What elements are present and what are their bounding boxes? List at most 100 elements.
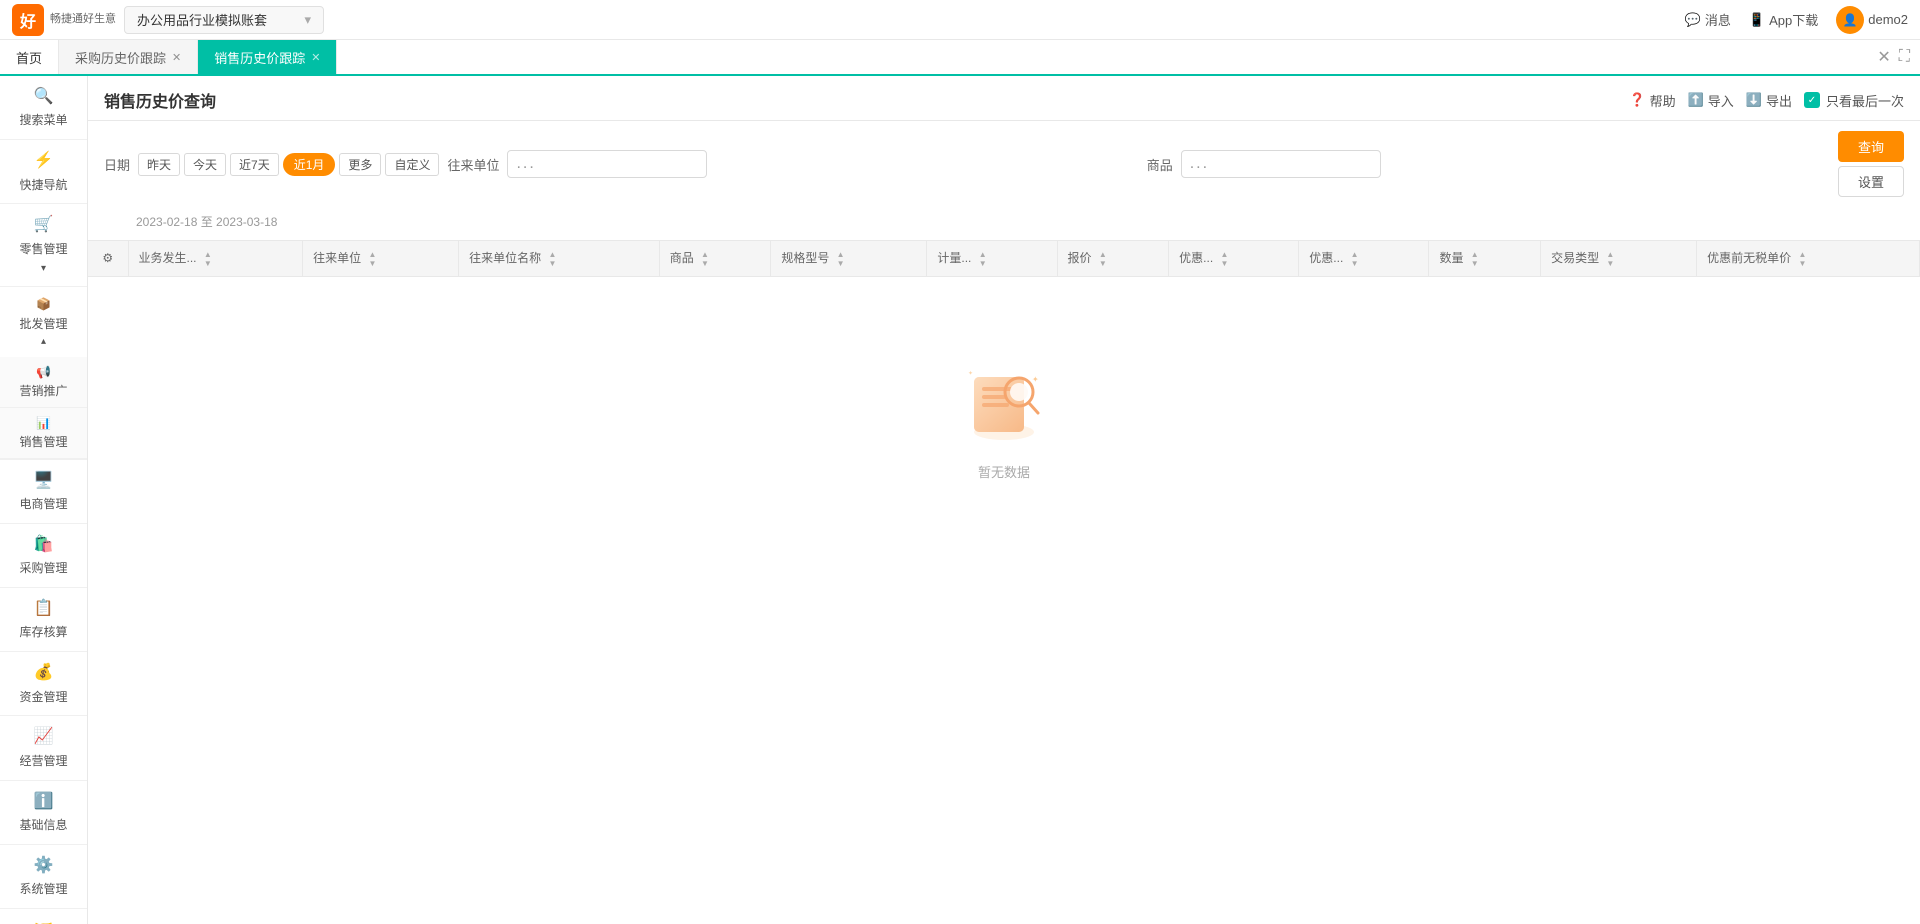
cart-icon: 🛒 [34,214,54,236]
sort-arrows-discount2: ▲▼ [1351,250,1359,268]
main-content: 销售历史价查询 ❓ 帮助 ⬆️ 导入 ⬇️ 导出 ✓ [88,76,1920,924]
table-col-partner-code[interactable]: 往来单位 ▲▼ [303,241,459,276]
sidebar-item-retail[interactable]: 🛒 零售管理 ▾ [0,204,87,286]
table-col-goods[interactable]: 商品 ▲▼ [659,241,771,276]
action-buttons: 查询 设置 [1838,131,1904,197]
date-btn-1month[interactable]: 近1月 [283,153,336,176]
export-label: 导出 [1766,91,1792,110]
table-col-spec[interactable]: 规格型号 ▲▼ [771,241,927,276]
date-buttons: 昨天 今天 近7天 近1月 更多 自定义 [138,153,439,176]
import-button[interactable]: ⬆️ 导入 [1688,91,1734,110]
sidebar-item-sales-mgmt[interactable]: 📊 销售管理 [0,408,87,459]
app-download-nav[interactable]: 📱 App下载 [1749,10,1818,29]
sort-arrows-price: ▲▼ [1099,250,1107,268]
sidebar-item-inventory[interactable]: 📋 库存核算 [0,588,87,652]
last-only-area[interactable]: ✓ 只看最后一次 [1804,91,1904,110]
sidebar-item-basic-info[interactable]: ℹ️ 基础信息 [0,781,87,845]
table-col-quantity[interactable]: 数量 ▲▼ [1429,241,1541,276]
partner-input[interactable]: ... [507,150,707,178]
tab-purchase-history[interactable]: 采购历史价跟踪 ✕ [59,40,198,74]
query-button[interactable]: 查询 [1838,131,1904,162]
goods-label: 商品 [1147,155,1173,174]
table-col-price[interactable]: 报价 ▲▼ [1057,241,1169,276]
svg-text:✦: ✦ [1032,375,1039,384]
last-only-checkbox[interactable]: ✓ [1804,92,1820,108]
sidebar-item-wholesale[interactable]: 📦 批发管理 ▴ [0,287,87,357]
sidebar-item-purchase[interactable]: 🛍️ 采购管理 [0,524,87,588]
page-title: 销售历史价查询 [104,88,216,112]
date-btn-today[interactable]: 今天 [184,153,226,176]
sidebar-item-search-menu[interactable]: 🔍 搜索菜单 [0,76,87,140]
app-title-text: 办公用品行业模拟账套 [137,10,267,29]
sidebar-item-ecommerce[interactable]: 🖥️ 电商管理 [0,460,87,524]
user-area[interactable]: 👤 demo2 [1836,6,1908,34]
tab-sales-history[interactable]: 销售历史价跟踪 ✕ [198,40,337,74]
tab-home[interactable]: 首页 [0,40,59,74]
data-table: ⚙ 业务发生... ▲▼ 往来单位 ▲▼ 往来单位名称 [88,241,1920,277]
gear-icon: ⚙️ [34,855,54,877]
table-col-biz-date[interactable]: 业务发生... ▲▼ [128,241,303,276]
tab-sales-history-label: 销售历史价跟踪 [214,48,305,67]
tab-sales-close-icon[interactable]: ✕ [311,51,320,64]
table-col-partner-name[interactable]: 往来单位名称 ▲▼ [459,241,660,276]
message-nav[interactable]: 💬 消息 [1685,10,1731,29]
table-col-discount2[interactable]: 优惠... ▲▼ [1299,241,1429,276]
partner-filter: 往来单位 ... [447,150,1130,178]
message-label: 消息 [1705,10,1731,29]
sort-arrows-goods: ▲▼ [701,250,709,268]
col-price-label: 报价 [1068,251,1092,265]
handshake-icon: 🤝 [34,919,54,924]
import-icon: ⬆️ [1688,92,1704,108]
sidebar: 🔍 搜索菜单 ⚡ 快捷导航 🛒 零售管理 ▾ 📦 批发管理 ▴ 📢 营销推广 [0,76,88,924]
col-quantity-label: 数量 [1439,251,1463,265]
date-btn-yesterday[interactable]: 昨天 [138,153,180,176]
filter-row: 日期 昨天 今天 近7天 近1月 更多 自定义 往来单位 [104,131,1904,197]
date-btn-custom[interactable]: 自定义 [385,153,439,176]
goods-input[interactable]: ... [1181,150,1381,178]
settings-button[interactable]: 设置 [1838,166,1904,197]
sidebar-item-system[interactable]: ⚙️ 系统管理 [0,845,87,909]
tab-purchase-close-icon[interactable]: ✕ [172,51,181,64]
avatar-icon: 👤 [1843,13,1858,27]
sidebar-group-wholesale: 📦 批发管理 ▴ 📢 营销推广 📊 销售管理 [0,287,87,460]
tab-fullscreen-button[interactable]: ⛶ [1899,48,1910,66]
sidebar-item-marketing[interactable]: 📢 营销推广 [0,357,87,408]
sidebar-item-enterprise[interactable]: 🤝 企业协同 [0,909,87,924]
top-bar: 好 畅捷通好生意 办公用品行业模拟账套 ▾ 💬 消息 📱 App下载 👤 dem… [0,0,1920,40]
table-col-trade-type[interactable]: 交易类型 ▲▼ [1541,241,1697,276]
date-btn-7days[interactable]: 近7天 [230,153,279,176]
last-only-label: 只看最后一次 [1826,91,1904,110]
logo-area: 好 畅捷通好生意 [12,4,116,36]
sidebar-basicinfo-label: 基础信息 [19,817,67,834]
help-button[interactable]: ❓ 帮助 [1629,91,1675,110]
main-layout: 🔍 搜索菜单 ⚡ 快捷导航 🛒 零售管理 ▾ 📦 批发管理 ▴ 📢 营销推广 [0,76,1920,924]
table-area: ⚙ 业务发生... ▲▼ 往来单位 ▲▼ 往来单位名称 [88,241,1920,924]
col-goods-label: 商品 [670,251,694,265]
sidebar-operations-label: 经营管理 [19,753,67,770]
sort-arrows-unit: ▲▼ [979,250,987,268]
chevron-down-icon: ▾ [304,12,311,28]
sidebar-search-label: 搜索菜单 [19,112,67,129]
date-btn-more[interactable]: 更多 [339,153,381,176]
export-button[interactable]: ⬇️ 导出 [1746,91,1792,110]
table-col-settings[interactable]: ⚙ [88,241,128,276]
date-range-row: 2023-02-18 至 2023-03-18 [104,213,1904,230]
col-biz-date-label: 业务发生... [139,251,197,265]
goods-dots: ... [1190,155,1209,173]
sidebar-item-operations[interactable]: 📈 经营管理 [0,716,87,780]
app-title-selector[interactable]: 办公用品行业模拟账套 ▾ [124,6,324,34]
goods-filter: 商品 ... [1147,150,1830,178]
shopping-icon: 🛍️ [34,534,54,556]
clipboard-icon: 📋 [34,598,54,620]
tab-close-all-button[interactable]: ✕ [1877,47,1890,67]
col-unit-label: 计量... [937,251,971,265]
sidebar-item-finance[interactable]: 💰 资金管理 [0,652,87,716]
sidebar-item-quick-nav[interactable]: ⚡ 快捷导航 [0,140,87,204]
table-col-unit[interactable]: 计量... ▲▼ [927,241,1057,276]
table-col-pretax-price[interactable]: 优惠前无税单价 ▲▼ [1697,241,1920,276]
table-col-discount1[interactable]: 优惠... ▲▼ [1169,241,1299,276]
username: demo2 [1868,12,1908,27]
filter-area: 日期 昨天 今天 近7天 近1月 更多 自定义 往来单位 [88,121,1920,241]
sidebar-system-label: 系统管理 [19,881,67,898]
date-range-text: 2023-02-18 至 2023-03-18 [136,215,277,229]
